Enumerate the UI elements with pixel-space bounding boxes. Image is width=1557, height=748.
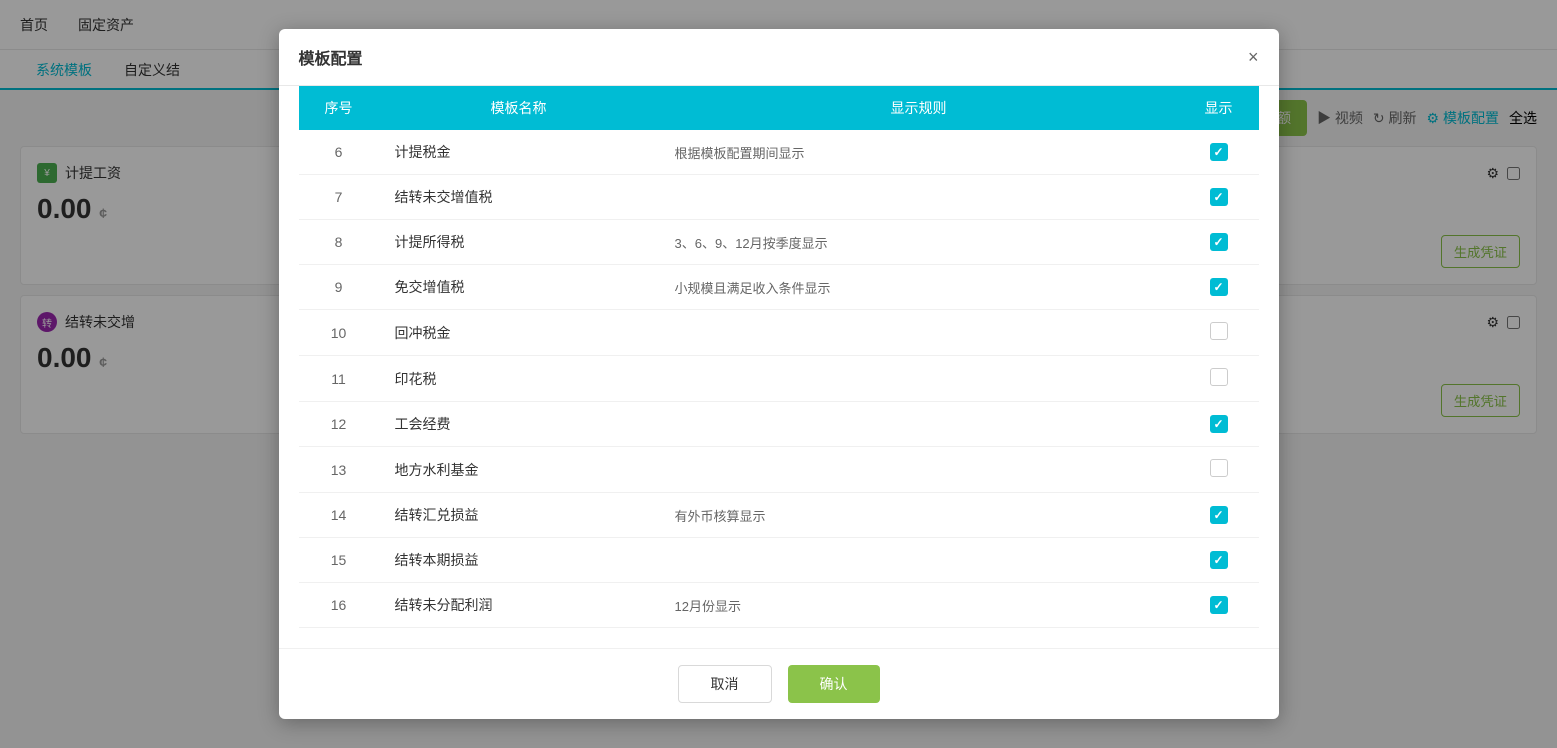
checkbox-6[interactable] bbox=[1210, 143, 1228, 161]
table-row: 11印花税 bbox=[299, 356, 1259, 402]
cell-name: 回冲税金 bbox=[379, 310, 659, 356]
cell-rule bbox=[659, 447, 1179, 493]
table-row: 13地方水利基金 bbox=[299, 447, 1259, 493]
cell-display bbox=[1179, 310, 1259, 356]
cell-display bbox=[1179, 583, 1259, 628]
cell-display bbox=[1179, 447, 1259, 493]
checkbox-16[interactable] bbox=[1210, 596, 1228, 614]
table-body: 6计提税金根据模板配置期间显示7结转未交增值税8计提所得税3、6、9、12月按季… bbox=[299, 130, 1259, 628]
cell-name: 结转汇兑损益 bbox=[379, 493, 659, 538]
modal-footer: 取消 确认 bbox=[279, 648, 1279, 719]
config-table: 序号 模板名称 显示规则 显示 6计提税金根据模板配置期间显示7结转未交增值税8… bbox=[299, 86, 1259, 628]
table-row: 10回冲税金 bbox=[299, 310, 1259, 356]
modal-close-button[interactable]: × bbox=[1248, 48, 1259, 66]
modal-body: 序号 模板名称 显示规则 显示 6计提税金根据模板配置期间显示7结转未交增值税8… bbox=[279, 86, 1279, 648]
checkbox-12[interactable] bbox=[1210, 415, 1228, 433]
cell-display bbox=[1179, 130, 1259, 175]
cell-display bbox=[1179, 493, 1259, 538]
modal-header: 模板配置 × bbox=[279, 29, 1279, 86]
cell-id: 10 bbox=[299, 310, 379, 356]
cell-name: 结转未分配利润 bbox=[379, 583, 659, 628]
checkbox-8[interactable] bbox=[1210, 233, 1228, 251]
col-header-rule: 显示规则 bbox=[659, 86, 1179, 130]
cell-name: 印花税 bbox=[379, 356, 659, 402]
confirm-button[interactable]: 确认 bbox=[788, 665, 880, 703]
checkbox-14[interactable] bbox=[1210, 506, 1228, 524]
table-row: 9免交增值税小规模且满足收入条件显示 bbox=[299, 265, 1259, 310]
cell-display bbox=[1179, 402, 1259, 447]
checkbox-10[interactable] bbox=[1210, 322, 1228, 340]
table-row: 15结转本期损益 bbox=[299, 538, 1259, 583]
cell-rule: 有外币核算显示 bbox=[659, 493, 1179, 538]
cell-id: 14 bbox=[299, 493, 379, 538]
cell-rule bbox=[659, 175, 1179, 220]
cell-name: 工会经费 bbox=[379, 402, 659, 447]
cell-rule: 小规模且满足收入条件显示 bbox=[659, 265, 1179, 310]
checkbox-15[interactable] bbox=[1210, 551, 1228, 569]
cell-rule bbox=[659, 310, 1179, 356]
cell-rule: 3、6、9、12月按季度显示 bbox=[659, 220, 1179, 265]
cell-id: 16 bbox=[299, 583, 379, 628]
cell-id: 13 bbox=[299, 447, 379, 493]
cell-id: 12 bbox=[299, 402, 379, 447]
col-header-display: 显示 bbox=[1179, 86, 1259, 130]
cell-rule bbox=[659, 538, 1179, 583]
cell-id: 7 bbox=[299, 175, 379, 220]
cell-name: 结转本期损益 bbox=[379, 538, 659, 583]
checkbox-13[interactable] bbox=[1210, 459, 1228, 477]
cell-id: 15 bbox=[299, 538, 379, 583]
checkbox-9[interactable] bbox=[1210, 278, 1228, 296]
cell-id: 11 bbox=[299, 356, 379, 402]
cancel-button[interactable]: 取消 bbox=[678, 665, 772, 703]
modal-template-config: 模板配置 × 序号 模板名称 显示规则 显示 6计提税金根据模板配置期间显示7结… bbox=[279, 29, 1279, 719]
cell-rule bbox=[659, 402, 1179, 447]
table-row: 8计提所得税3、6、9、12月按季度显示 bbox=[299, 220, 1259, 265]
cell-rule bbox=[659, 356, 1179, 402]
modal-title: 模板配置 bbox=[299, 45, 363, 69]
cell-rule: 12月份显示 bbox=[659, 583, 1179, 628]
table-row: 12工会经费 bbox=[299, 402, 1259, 447]
table-row: 6计提税金根据模板配置期间显示 bbox=[299, 130, 1259, 175]
cell-display bbox=[1179, 356, 1259, 402]
cell-display bbox=[1179, 175, 1259, 220]
col-header-name: 模板名称 bbox=[379, 86, 659, 130]
table-header: 序号 模板名称 显示规则 显示 bbox=[299, 86, 1259, 130]
cell-name: 地方水利基金 bbox=[379, 447, 659, 493]
table-row: 14结转汇兑损益有外币核算显示 bbox=[299, 493, 1259, 538]
cell-id: 9 bbox=[299, 265, 379, 310]
checkbox-11[interactable] bbox=[1210, 368, 1228, 386]
cell-name: 结转未交增值税 bbox=[379, 175, 659, 220]
cell-name: 计提所得税 bbox=[379, 220, 659, 265]
col-header-id: 序号 bbox=[299, 86, 379, 130]
cell-display bbox=[1179, 538, 1259, 583]
cell-name: 计提税金 bbox=[379, 130, 659, 175]
table-row: 16结转未分配利润12月份显示 bbox=[299, 583, 1259, 628]
table-row: 7结转未交增值税 bbox=[299, 175, 1259, 220]
cell-display bbox=[1179, 220, 1259, 265]
cell-name: 免交增值税 bbox=[379, 265, 659, 310]
cell-id: 8 bbox=[299, 220, 379, 265]
modal-overlay: 模板配置 × 序号 模板名称 显示规则 显示 6计提税金根据模板配置期间显示7结… bbox=[0, 0, 1557, 748]
cell-rule: 根据模板配置期间显示 bbox=[659, 130, 1179, 175]
checkbox-7[interactable] bbox=[1210, 188, 1228, 206]
cell-id: 6 bbox=[299, 130, 379, 175]
cell-display bbox=[1179, 265, 1259, 310]
